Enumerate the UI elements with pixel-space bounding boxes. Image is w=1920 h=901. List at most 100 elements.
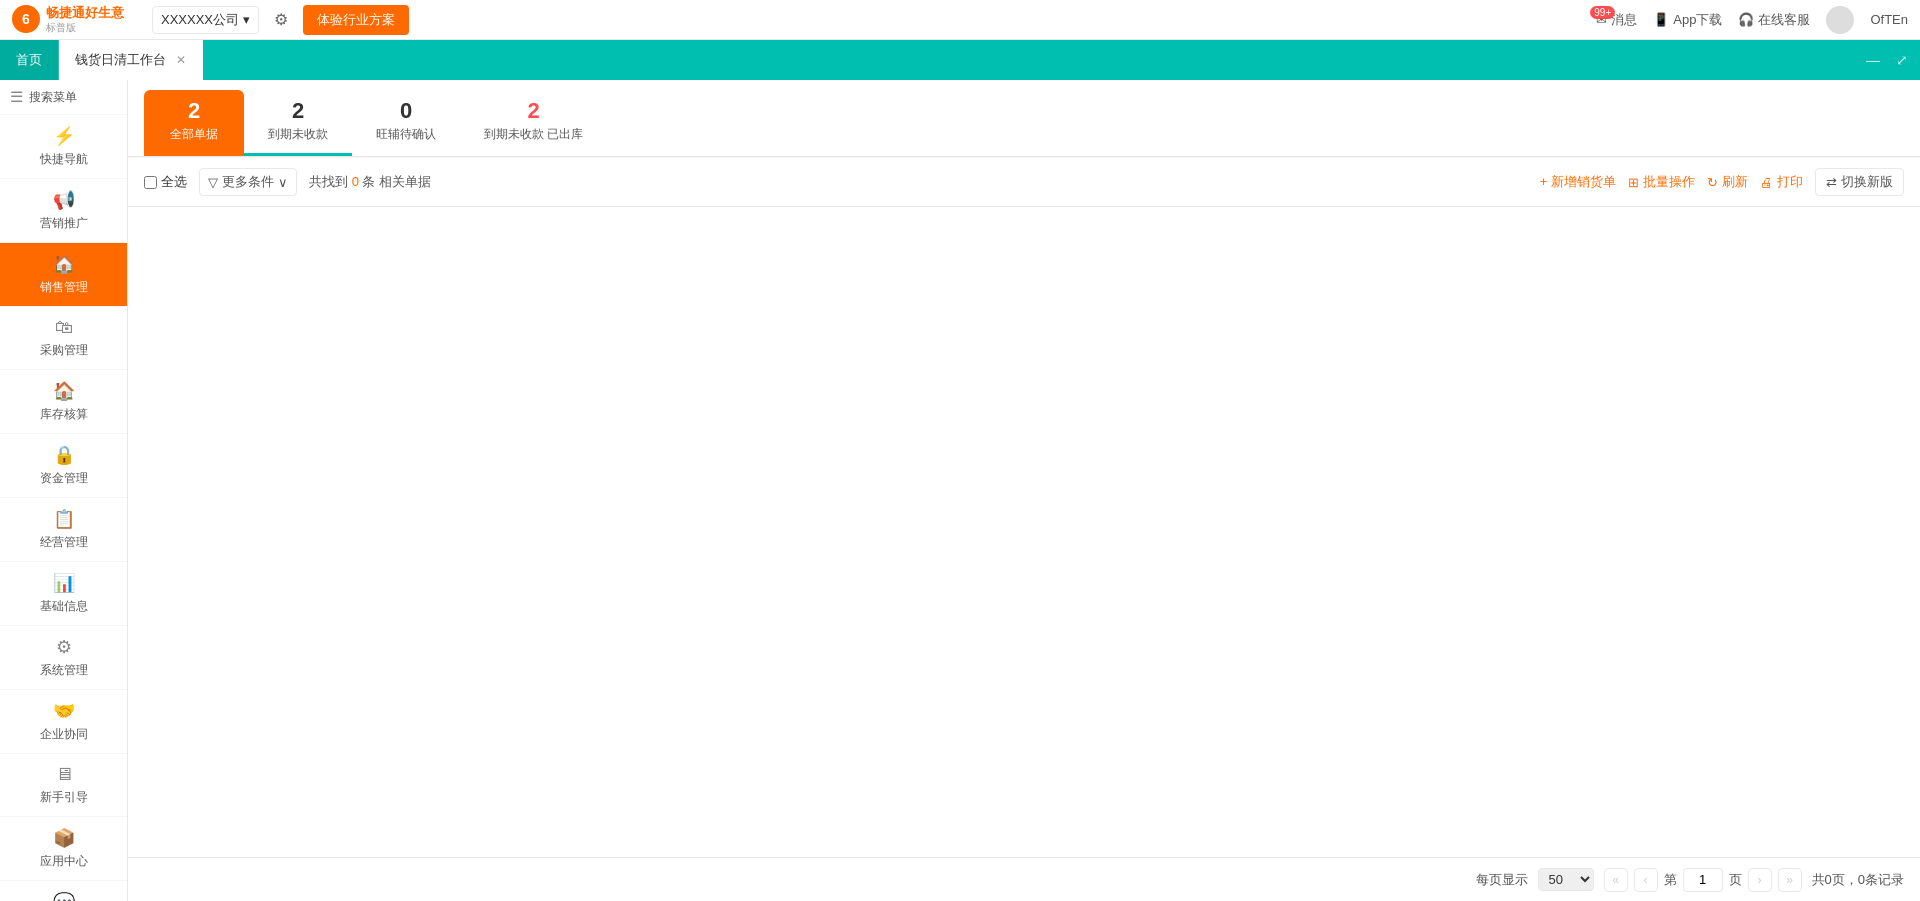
toolbar: 全选 ▽ 更多条件 ∨ 共找到 0 条 相关单据 + 新增销货单 (128, 158, 1920, 207)
page-prefix: 第 (1664, 871, 1677, 889)
stat-tab-all[interactable]: 2 全部单据 (144, 90, 244, 156)
app-download-area[interactable]: 📱 App下载 (1653, 11, 1722, 29)
found-number: 0 (352, 174, 359, 189)
refresh-icon: ↻ (1707, 175, 1718, 190)
content-area: 2 全部单据 2 到期未收款 0 旺辅待确认 2 到期未收款 已出库 全选 (128, 80, 1920, 901)
refresh-button[interactable]: ↻ 刷新 (1707, 173, 1748, 191)
nav-tabs-bar: 首页 钱货日清工作台 ✕ — ⤢ (0, 40, 1920, 80)
company-selector[interactable]: XXXXXX公司 ▾ (152, 6, 259, 34)
sidebar-item-search[interactable]: ☰ 搜索菜单 (0, 80, 127, 115)
print-label: 打印 (1777, 173, 1803, 191)
stat-overdue-label: 到期未收款 (268, 126, 328, 143)
select-all-input[interactable] (144, 176, 157, 189)
sidebar-item-cooperation[interactable]: 🤝 企业协同 (0, 690, 127, 754)
sidebar-item-sales[interactable]: 🏠 销售管理 (0, 243, 127, 307)
sidebar-item-inventory[interactable]: 🏠 库存核算 (0, 370, 127, 434)
sidebar-item-basic-info[interactable]: 📊 基础信息 (0, 562, 127, 626)
table-icon: 📊 (53, 572, 75, 594)
filter-button[interactable]: ▽ 更多条件 ∨ (199, 168, 297, 196)
message-icon-wrap: ✉ 99+ (1596, 12, 1607, 27)
filter-chevron-icon: ∨ (278, 175, 288, 190)
total-info: 共0页，0条记录 (1812, 871, 1904, 889)
app-download-icon: 📱 (1653, 12, 1669, 27)
top-header: 6 畅捷通好生意 标普版 XXXXXX公司 ▾ ⚙ 体验行业方案 ✉ 99+ 消… (0, 0, 1920, 40)
sidebar-guide-label: 新手引导 (40, 789, 88, 806)
prev-page-button[interactable]: ‹ (1634, 868, 1658, 892)
message-area[interactable]: ✉ 99+ 消息 (1596, 11, 1637, 29)
expand-icon[interactable]: ⤢ (1892, 48, 1912, 72)
sidebar-item-quick-nav[interactable]: ⚡ 快捷导航 (0, 115, 127, 179)
trial-button[interactable]: 体验行业方案 (303, 5, 409, 35)
headset-icon: 🎧 (1738, 12, 1754, 27)
table-area (128, 207, 1920, 857)
last-page-button[interactable]: » (1778, 868, 1802, 892)
inventory-icon: 🏠 (53, 380, 75, 402)
stat-tab-wangwang[interactable]: 0 旺辅待确认 (352, 90, 460, 156)
tab-home-label: 首页 (16, 51, 42, 69)
sidebar: ☰ 搜索菜单 ⚡ 快捷导航 📢 营销推广 🏠 销售管理 🛍 采购管理 🏠 库存核… (0, 80, 128, 901)
switch-version-button[interactable]: ⇄ 切换新版 (1815, 168, 1904, 196)
stats-tabs: 2 全部单据 2 到期未收款 0 旺辅待确认 2 到期未收款 已出库 (128, 80, 1920, 157)
stat-wangwang-label: 旺辅待确认 (376, 126, 436, 143)
sidebar-item-purchase[interactable]: 🛍 采购管理 (0, 307, 127, 370)
settings-icon[interactable]: ⚙ (267, 6, 295, 34)
chevron-down-icon: ▾ (243, 12, 250, 27)
sidebar-item-app-center[interactable]: 📦 应用中心 (0, 817, 127, 881)
message-label: 消息 (1611, 11, 1637, 29)
batch-icon: ⊞ (1628, 175, 1639, 190)
sidebar-item-marketing[interactable]: 📢 营销推广 (0, 179, 127, 243)
sidebar-item-finance[interactable]: 🔒 资金管理 (0, 434, 127, 498)
tab-workbench[interactable]: 钱货日清工作台 ✕ (59, 40, 203, 80)
header-left: 6 畅捷通好生意 标普版 XXXXXX公司 ▾ ⚙ 体验行业方案 (12, 5, 409, 35)
select-all-checkbox[interactable]: 全选 (144, 173, 187, 191)
sidebar-item-wechat[interactable]: 💬 企业微信 (0, 881, 127, 901)
filter-icon: ▽ (208, 175, 218, 190)
per-page-select[interactable]: 50 20 100 (1538, 868, 1594, 891)
tab-workbench-label: 钱货日清工作台 (75, 51, 166, 69)
page-number-input[interactable] (1683, 868, 1723, 892)
main-layout: ☰ 搜索菜单 ⚡ 快捷导航 📢 营销推广 🏠 销售管理 🛍 采购管理 🏠 库存核… (0, 80, 1920, 901)
cooperation-icon: 🤝 (53, 700, 75, 722)
stat-all-num: 2 (188, 98, 200, 124)
sidebar-sales-label: 销售管理 (40, 279, 88, 296)
minimize-icon[interactable]: — (1862, 48, 1884, 72)
found-count: 共找到 0 条 相关单据 (309, 173, 431, 191)
lock-icon: 🔒 (53, 444, 75, 466)
app-center-icon: 📦 (53, 827, 75, 849)
stat-overdue-out-num: 2 (528, 98, 540, 124)
online-service-area[interactable]: 🎧 在线客服 (1738, 11, 1810, 29)
clipboard-icon: 📋 (53, 508, 75, 530)
sidebar-basic-info-label: 基础信息 (40, 598, 88, 615)
wechat-icon: 💬 (53, 891, 75, 901)
sidebar-inventory-label: 库存核算 (40, 406, 88, 423)
sidebar-search-label: 搜索菜单 (29, 89, 77, 106)
page-suffix: 页 (1729, 871, 1742, 889)
stat-wangwang-num: 0 (400, 98, 412, 124)
next-page-button[interactable]: › (1748, 868, 1772, 892)
tab-home[interactable]: 首页 (0, 40, 59, 80)
avatar[interactable] (1826, 6, 1854, 34)
bag-icon: 🛍 (55, 317, 73, 338)
stat-tab-overdue-out[interactable]: 2 到期未收款 已出库 (460, 90, 607, 156)
stat-tab-overdue[interactable]: 2 到期未收款 (244, 90, 352, 156)
first-page-button[interactable]: « (1604, 868, 1628, 892)
logo-area: 6 畅捷通好生意 标普版 (12, 5, 124, 35)
add-sales-button[interactable]: + 新增销货单 (1536, 173, 1616, 191)
home-icon: 🏠 (53, 253, 75, 275)
search-menu-icon: ☰ (10, 88, 23, 106)
lightning-icon: ⚡ (53, 125, 75, 147)
sidebar-marketing-label: 营销推广 (40, 215, 88, 232)
sidebar-app-center-label: 应用中心 (40, 853, 88, 870)
add-label: + 新增销货单 (1540, 173, 1616, 191)
sidebar-item-system[interactable]: ⚙ 系统管理 (0, 626, 127, 690)
batch-label: 批量操作 (1643, 173, 1695, 191)
print-button[interactable]: 🖨 打印 (1760, 173, 1803, 191)
switch-label: 切换新版 (1841, 173, 1893, 191)
close-tab-icon[interactable]: ✕ (176, 53, 186, 67)
company-name: XXXXXX公司 (161, 11, 239, 29)
stat-overdue-out-label: 到期未收款 已出库 (484, 126, 583, 143)
header-right: ✉ 99+ 消息 📱 App下载 🎧 在线客服 OfTEn (1596, 6, 1908, 34)
sidebar-item-operations[interactable]: 📋 经营管理 (0, 498, 127, 562)
batch-operation-button[interactable]: ⊞ 批量操作 (1628, 173, 1695, 191)
sidebar-item-guide[interactable]: 🖥 新手引导 (0, 754, 127, 817)
